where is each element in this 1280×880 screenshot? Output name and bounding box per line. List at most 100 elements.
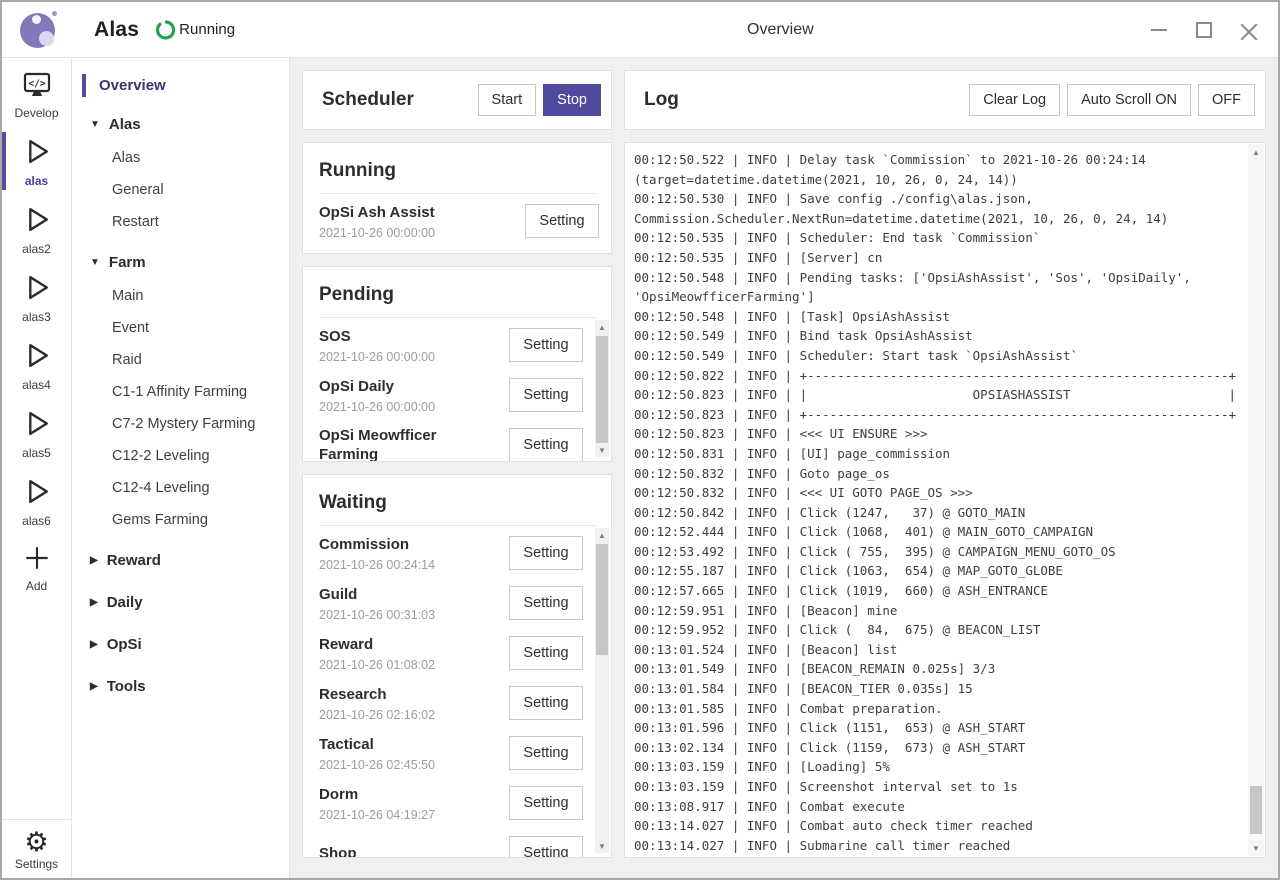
task-next-run-time: 2021-10-26 00:00:00 <box>319 226 471 240</box>
task-name: Guild <box>319 585 471 604</box>
scrollbar-thumb[interactable] <box>596 336 608 443</box>
task-row-reward: Reward2021-10-26 01:08:02 Setting <box>319 628 595 678</box>
sidebar-item-add[interactable]: Add <box>2 535 71 600</box>
task-setting-button[interactable]: Setting <box>509 736 583 770</box>
task-setting-button[interactable]: Setting <box>509 586 583 620</box>
waiting-title: Waiting <box>319 485 611 525</box>
task-row-shop: Shop Setting <box>319 828 595 857</box>
task-info: Reward2021-10-26 01:08:02 <box>319 635 471 672</box>
nav-group-tools[interactable]: ▶Tools <box>72 669 289 704</box>
minimize-icon <box>1151 29 1167 31</box>
task-name: Reward <box>319 635 471 654</box>
pending-scrollbar[interactable]: ▲ ▼ <box>595 320 609 457</box>
log-scrollbar[interactable]: ▲ ▼ <box>1248 144 1264 856</box>
nav-item-overview[interactable]: Overview <box>72 71 289 100</box>
task-row-commission: Commission2021-10-26 00:24:14Setting <box>319 528 595 578</box>
sidebar-item-alas5[interactable]: alas5 <box>2 399 71 467</box>
task-setting-button[interactable]: Setting <box>509 836 583 857</box>
scrollbar-thumb[interactable] <box>1250 786 1262 834</box>
sidebar-item-settings[interactable]: ⚙ Settings <box>2 819 71 878</box>
nav-item-alas[interactable]: Alas <box>72 142 289 174</box>
maximize-button[interactable] <box>1188 14 1219 45</box>
task-next-run-time: 2021-10-26 00:31:03 <box>319 608 471 622</box>
start-button[interactable]: Start <box>478 84 537 116</box>
nav-item-c7-2-mystery-farming[interactable]: C7-2 Mystery Farming <box>72 408 289 440</box>
window-controls <box>1143 14 1264 45</box>
nav-item-event[interactable]: Event <box>72 312 289 344</box>
log-column: Log Clear Log Auto Scroll ON OFF 00:12:5… <box>624 70 1266 858</box>
sidebar-item-alas4[interactable]: alas4 <box>2 331 71 399</box>
task-setting-button[interactable]: Setting <box>509 786 583 820</box>
nav-group-daily[interactable]: ▶Daily <box>72 585 289 620</box>
scheduler-panel: Scheduler Start Stop <box>302 70 612 130</box>
task-info: OpSi Meowfficer Farming <box>319 426 471 461</box>
nav-group-farm[interactable]: ▼Farm <box>72 245 289 280</box>
autoscroll-off-button[interactable]: OFF <box>1198 84 1255 116</box>
nav-item-c1-1-affinity-farming[interactable]: C1-1 Affinity Farming <box>72 376 289 408</box>
play-icon <box>20 339 53 377</box>
nav-group-opsi[interactable]: ▶OpSi <box>72 627 289 662</box>
pending-task-list: SOS2021-10-26 00:00:00SettingOpSi Daily2… <box>319 320 595 461</box>
nav-item-gems-farming[interactable]: Gems Farming <box>72 504 289 536</box>
waiting-scrollbar[interactable]: ▲ ▼ <box>595 528 609 853</box>
scroll-down-icon[interactable]: ▼ <box>1248 840 1264 856</box>
scroll-down-icon[interactable]: ▼ <box>595 443 609 457</box>
chevron-right-icon: ▶ <box>90 597 98 608</box>
task-setting-button[interactable]: Setting <box>509 328 583 362</box>
scroll-down-icon[interactable]: ▼ <box>595 839 609 853</box>
titlebar: Alas Running Overview <box>2 2 1278 58</box>
chevron-right-icon: ▶ <box>90 681 98 692</box>
nav-item-raid[interactable]: Raid <box>72 344 289 376</box>
scheduler-status: Running <box>155 19 235 41</box>
running-spinner-icon <box>155 19 177 41</box>
task-next-run-time: 2021-10-26 04:19:27 <box>319 808 471 822</box>
chevron-right-icon: ▶ <box>90 639 98 650</box>
task-name: OpSi Daily <box>319 377 471 396</box>
play-icon <box>20 135 53 173</box>
app-body: </>Developalasalas2alas3alas4alas5alas6 A… <box>2 58 1278 878</box>
clear-log-button[interactable]: Clear Log <box>969 84 1060 116</box>
task-info: Dorm2021-10-26 04:19:27 <box>319 785 471 822</box>
play-icon <box>20 407 53 445</box>
task-setting-button[interactable]: Setting <box>509 686 583 720</box>
scrollbar-thumb[interactable] <box>596 544 608 655</box>
scroll-up-icon[interactable]: ▲ <box>595 528 609 542</box>
waiting-task-list: Commission2021-10-26 00:24:14Setting Guil… <box>319 528 595 857</box>
chevron-down-icon: ▼ <box>90 119 100 130</box>
task-setting-button[interactable]: Setting <box>509 536 583 570</box>
nav-item-restart[interactable]: Restart <box>72 206 289 238</box>
task-row-opsi-daily: OpSi Daily2021-10-26 00:00:00Setting <box>319 370 595 420</box>
nav-item-main[interactable]: Main <box>72 280 289 312</box>
sidebar-item-alas3[interactable]: alas3 <box>2 263 71 331</box>
nav-group-reward[interactable]: ▶Reward <box>72 543 289 578</box>
task-setting-button[interactable]: Setting <box>509 636 583 670</box>
task-row-sos: SOS2021-10-26 00:00:00Setting <box>319 320 595 370</box>
minimize-button[interactable] <box>1143 14 1174 45</box>
nav-item-c12-2-leveling[interactable]: C12-2 Leveling <box>72 440 289 472</box>
task-info: Tactical2021-10-26 02:45:50 <box>319 735 471 772</box>
task-setting-button[interactable]: Setting <box>509 378 583 412</box>
pending-title: Pending <box>319 277 611 317</box>
close-button[interactable] <box>1233 14 1264 45</box>
nav-item-general[interactable]: General <box>72 174 289 206</box>
autoscroll-on-button[interactable]: Auto Scroll ON <box>1067 84 1191 116</box>
task-name: SOS <box>319 327 471 346</box>
play-icon <box>20 203 53 241</box>
chevron-right-icon: ▶ <box>90 555 98 566</box>
stop-button[interactable]: Stop <box>543 84 601 116</box>
scroll-up-icon[interactable]: ▲ <box>1248 144 1264 160</box>
log-panel-header: Log Clear Log Auto Scroll ON OFF <box>624 70 1266 130</box>
nav-item-c12-4-leveling[interactable]: C12-4 Leveling <box>72 472 289 504</box>
sidebar-item-label: Add <box>26 579 47 593</box>
task-setting-button[interactable]: Setting <box>509 428 583 461</box>
task-name: Shop <box>319 844 471 858</box>
scroll-up-icon[interactable]: ▲ <box>595 320 609 334</box>
sidebar-item-alas6[interactable]: alas6 <box>2 467 71 535</box>
sidebar-item-develop[interactable]: </>Develop <box>2 64 71 127</box>
nav-group-alas[interactable]: ▼Alas <box>72 107 289 142</box>
task-row-opsi-ash-assist: OpSi Ash Assist2021-10-26 00:00:00Settin… <box>319 196 611 246</box>
alas-logo-icon <box>18 9 60 51</box>
task-setting-button[interactable]: Setting <box>525 204 599 238</box>
sidebar-item-alas2[interactable]: alas2 <box>2 195 71 263</box>
sidebar-item-alas[interactable]: alas <box>2 127 71 195</box>
